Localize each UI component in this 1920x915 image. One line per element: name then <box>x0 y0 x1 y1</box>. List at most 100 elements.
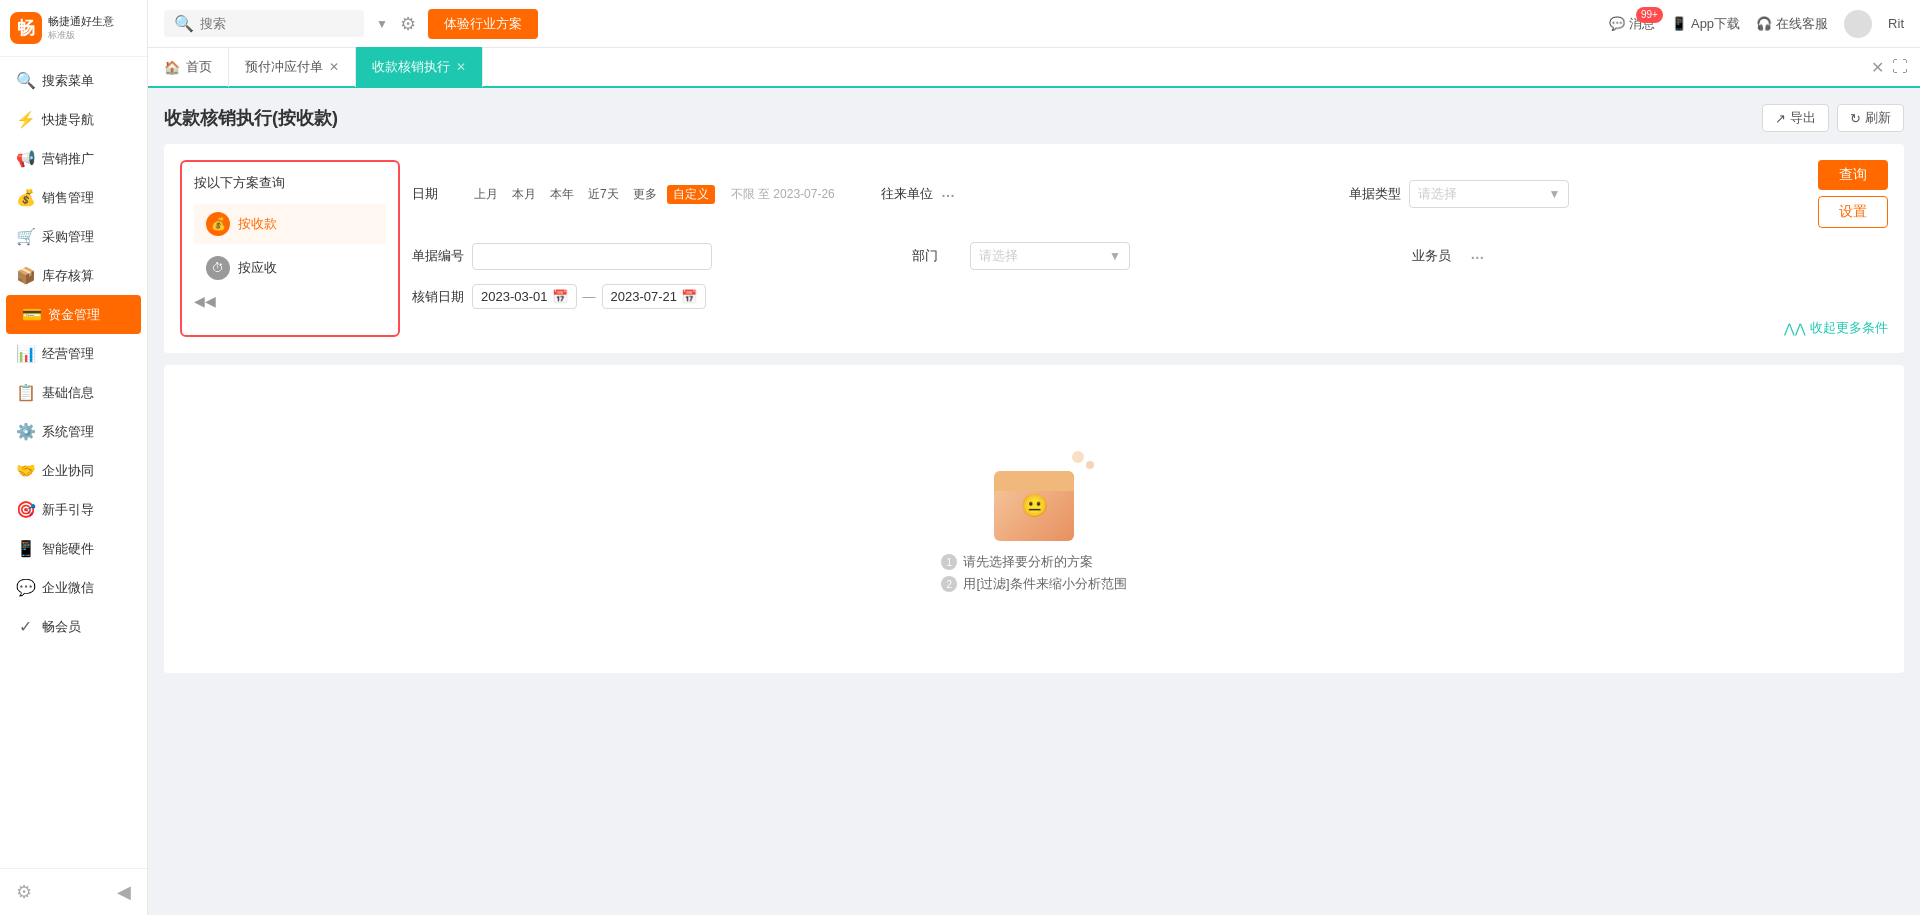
writeoff-date-label: 核销日期 <box>412 288 464 306</box>
shortcut-more[interactable]: 更多 <box>629 185 661 204</box>
sidebar-item-system[interactable]: ⚙️ 系统管理 <box>0 412 147 451</box>
sidebar-label-hardware: 智能硬件 <box>42 540 94 558</box>
filter-writeoff-date-item: 核销日期 2023-03-01 📅 — 2023-07-21 📅 <box>412 284 1888 309</box>
sidebar-item-quick[interactable]: ⚡ 快捷导航 <box>0 100 147 139</box>
voucher-type-select[interactable]: 请选择 ▼ <box>1409 180 1569 208</box>
receivable-icon: ⏱ <box>206 256 230 280</box>
voucher-no-input[interactable] <box>472 243 712 270</box>
enterprise-icon: 🤝 <box>16 461 34 480</box>
logo-icon: 畅 <box>10 12 42 44</box>
tab-expand-icon[interactable]: ⛶ <box>1892 58 1908 76</box>
settings-gear-icon[interactable]: ⚙ <box>400 13 416 35</box>
setting-button[interactable]: 设置 <box>1818 196 1888 228</box>
sidebar-label-enterprise: 企业协同 <box>42 462 94 480</box>
sidebar-label-wechat: 企业微信 <box>42 579 94 597</box>
tab-prepay-close-icon[interactable]: ✕ <box>329 60 339 74</box>
customer-service-action[interactable]: 🎧 在线客服 <box>1756 15 1828 33</box>
shortcut-this-year[interactable]: 本年 <box>546 185 578 204</box>
app-download-action[interactable]: 📱 App下载 <box>1671 15 1740 33</box>
collapse-icon[interactable]: ◀ <box>117 881 131 903</box>
filter-row-1: 日期 上月 本月 本年 近7天 更多 自定义 不限 至 2023-07-26 <box>412 160 1888 228</box>
date-shortcuts: 上月 本月 本年 近7天 更多 自定义 <box>470 185 715 204</box>
writeoff-start-date[interactable]: 2023-03-01 📅 <box>472 284 577 309</box>
tab-writeoff-close-icon[interactable]: ✕ <box>456 60 466 74</box>
sidebar-item-wechat[interactable]: 💬 企业微信 <box>0 568 147 607</box>
topbar: 🔍 ▼ ⚙ 体验行业方案 💬 消息 99+ 📱 App下载 🎧 在线客服 Rit <box>148 0 1920 48</box>
search-input[interactable] <box>200 16 340 31</box>
search-bar[interactable]: 🔍 <box>164 10 364 37</box>
wechat-icon: 💬 <box>16 578 34 597</box>
sidebar-label-marketing: 营销推广 <box>42 150 94 168</box>
sidebar-label-basic: 基础信息 <box>42 384 94 402</box>
tab-home[interactable]: 🏠 首页 <box>148 47 229 87</box>
dept-select[interactable]: 请选择 ▼ <box>970 242 1130 270</box>
staff-label: 业务员 <box>1412 247 1462 265</box>
tab-close-all-icon[interactable]: ✕ <box>1871 58 1884 77</box>
user-avatar[interactable] <box>1844 10 1872 38</box>
dropdown-arrow-icon[interactable]: ▼ <box>376 17 388 31</box>
sidebar-item-inventory[interactable]: 📦 库存核算 <box>0 256 147 295</box>
filter-collapse-icon[interactable]: ◀◀ <box>194 293 216 309</box>
filter-by-receivable[interactable]: ⏱ 按应收 <box>194 248 386 288</box>
sidebar-item-purchase[interactable]: 🛒 采购管理 <box>0 217 147 256</box>
content-area: 收款核销执行(按收款) ↗ 导出 ↻ 刷新 按以下方案查询 💰 按收款 <box>148 88 1920 915</box>
filter-scheme-selector: 按以下方案查询 💰 按收款 ⏱ 按应收 ◀◀ <box>180 160 400 337</box>
page-actions: ↗ 导出 ↻ 刷新 <box>1762 104 1904 132</box>
page-title: 收款核销执行(按收款) <box>164 106 338 130</box>
writeoff-start-value: 2023-03-01 <box>481 289 548 304</box>
filter-row-3: 核销日期 2023-03-01 📅 — 2023-07-21 📅 <box>412 284 1888 309</box>
sidebar-item-sales[interactable]: 💰 销售管理 <box>0 178 147 217</box>
filter-receipt-label: 按收款 <box>238 215 277 233</box>
sidebar-item-member[interactable]: ✓ 畅会员 <box>0 607 147 646</box>
shortcut-7days[interactable]: 近7天 <box>584 185 623 204</box>
sidebar-item-marketing[interactable]: 📢 营销推广 <box>0 139 147 178</box>
sidebar-item-guide[interactable]: 🎯 新手引导 <box>0 490 147 529</box>
sidebar-label-inventory: 库存核算 <box>42 267 94 285</box>
empty-hint-2: 2 用[过滤]条件来缩小分析范围 <box>941 575 1126 593</box>
filter-receivable-label: 按应收 <box>238 259 277 277</box>
sidebar-item-search[interactable]: 🔍 搜索菜单 <box>0 61 147 100</box>
sidebar-item-finance[interactable]: 💳 资金管理 <box>6 295 141 334</box>
refresh-button[interactable]: ↻ 刷新 <box>1837 104 1904 132</box>
settings-icon[interactable]: ⚙ <box>16 881 32 903</box>
username-label: Rit <box>1888 16 1904 31</box>
tab-writeoff-label: 收款核销执行 <box>372 58 450 76</box>
empty-state: 😐 1 请先选择要分析的方案 2 用[过滤]条件来缩小分析范围 <box>180 381 1888 657</box>
tab-home-label: 首页 <box>186 58 212 76</box>
query-button[interactable]: 查询 <box>1818 160 1888 190</box>
home-icon: 🏠 <box>164 60 180 75</box>
export-button[interactable]: ↗ 导出 <box>1762 104 1829 132</box>
sidebar-label-sales: 销售管理 <box>42 189 94 207</box>
tab-writeoff[interactable]: 收款核销执行 ✕ <box>356 47 483 87</box>
shortcut-custom[interactable]: 自定义 <box>667 185 715 204</box>
refresh-icon: ↻ <box>1850 111 1861 126</box>
shortcut-this-month[interactable]: 本月 <box>508 185 540 204</box>
filter-voucher-type-item: 单据类型 请选择 ▼ <box>1349 180 1794 208</box>
finance-icon: 💳 <box>22 305 40 324</box>
writeoff-end-date[interactable]: 2023-07-21 📅 <box>602 284 707 309</box>
industry-solution-button[interactable]: 体验行业方案 <box>428 9 538 39</box>
app-edition: 标准版 <box>48 29 114 42</box>
sidebar-item-operations[interactable]: 📊 经营管理 <box>0 334 147 373</box>
sidebar-item-hardware[interactable]: 📱 智能硬件 <box>0 529 147 568</box>
empty-state-card: 😐 1 请先选择要分析的方案 2 用[过滤]条件来缩小分析范围 <box>164 365 1904 673</box>
filter-by-receipt[interactable]: 💰 按收款 <box>194 204 386 244</box>
sidebar-label-purchase: 采购管理 <box>42 228 94 246</box>
select-chevron-icon: ▼ <box>1548 187 1560 201</box>
sidebar-item-basic[interactable]: 📋 基础信息 <box>0 373 147 412</box>
export-label: 导出 <box>1790 109 1816 127</box>
main-area: 🔍 ▼ ⚙ 体验行业方案 💬 消息 99+ 📱 App下载 🎧 在线客服 Rit <box>148 0 1920 915</box>
staff-dots-icon[interactable]: ··· <box>1470 245 1484 268</box>
message-action[interactable]: 💬 消息 99+ <box>1609 15 1655 33</box>
sidebar-label-finance: 资金管理 <box>48 306 100 324</box>
chevron-up-icon: ⋀⋀ <box>1784 321 1806 336</box>
expand-conditions[interactable]: ⋀⋀ 收起更多条件 <box>412 319 1888 337</box>
tab-prepay[interactable]: 预付冲应付单 ✕ <box>229 47 356 87</box>
sidebar-item-enterprise[interactable]: 🤝 企业协同 <box>0 451 147 490</box>
empty-hint-1: 1 请先选择要分析的方案 <box>941 553 1126 571</box>
filter-rows: 日期 上月 本月 本年 近7天 更多 自定义 不限 至 2023-07-26 <box>412 160 1888 309</box>
sidebar-label-operations: 经营管理 <box>42 345 94 363</box>
shortcut-last-month[interactable]: 上月 <box>470 185 502 204</box>
counterparty-dots-icon[interactable]: ··· <box>941 183 955 206</box>
sidebar-label-member: 畅会员 <box>42 618 81 636</box>
